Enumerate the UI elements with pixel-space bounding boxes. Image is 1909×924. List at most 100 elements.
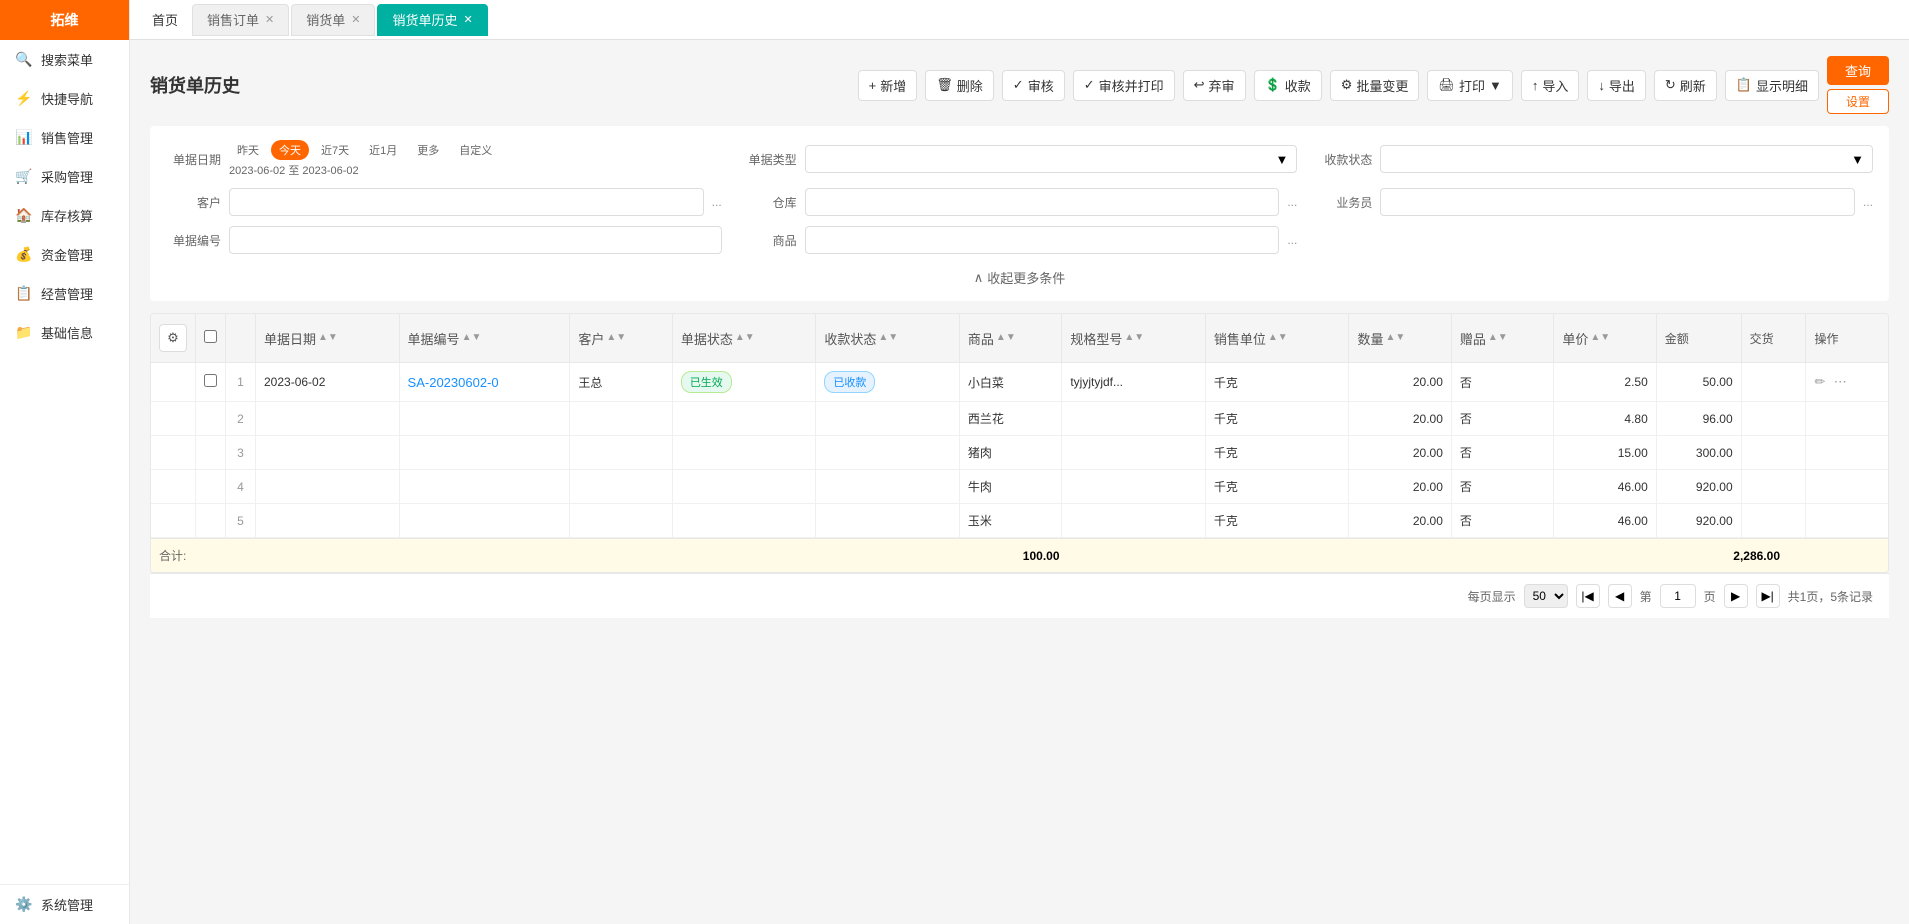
purchase-icon: 🛒 (15, 168, 33, 186)
goods-input[interactable] (805, 226, 1280, 254)
export-button[interactable]: ↓ 导出 (1587, 70, 1646, 101)
row-gift: 否 (1451, 402, 1553, 436)
select-all-checkbox[interactable] (204, 330, 217, 343)
sidebar-item-label: 搜索菜单 (41, 50, 93, 69)
doc-no-link[interactable]: SA-20230602-0 (408, 375, 499, 390)
audit-print-button[interactable]: ✓ 审核并打印 (1073, 70, 1175, 101)
agent-input[interactable] (1380, 188, 1855, 216)
delete-button[interactable]: 🗑 删除 (925, 70, 994, 101)
tab-sales-history[interactable]: 销货单历史 ✕ (377, 4, 487, 36)
sort-icon[interactable]: ▲▼ (878, 333, 898, 343)
sort-icon[interactable]: ▲▼ (1268, 333, 1288, 343)
new-button[interactable]: + 新增 (858, 70, 918, 101)
refresh-button[interactable]: ↻ 刷新 (1654, 70, 1717, 101)
audit-button[interactable]: ✓ 审核 (1002, 70, 1065, 101)
customer-picker-icon[interactable]: ... (712, 195, 722, 209)
row-payment-status (816, 436, 960, 470)
row-unit: 千克 (1205, 504, 1349, 538)
sort-icon[interactable]: ▲▼ (996, 333, 1016, 343)
gear-button[interactable]: ⚙ (159, 324, 187, 352)
agent-picker-icon[interactable]: ... (1863, 195, 1873, 209)
sort-icon[interactable]: ▲▼ (1590, 333, 1610, 343)
col-spec: 规格型号 ▲▼ (1062, 314, 1206, 363)
tab-bar: 首页 销售订单 ✕ 销货单 ✕ 销货单历史 ✕ (130, 0, 1909, 40)
collapse-button[interactable]: ∧ 收起更多条件 (974, 268, 1066, 287)
batch-change-button[interactable]: ⚙ 批量变更 (1330, 70, 1420, 101)
date-tag-7days[interactable]: 近7天 (313, 140, 357, 160)
sidebar-item-basic[interactable]: 📁 基础信息 (0, 313, 129, 352)
sales-icon: 📊 (15, 129, 33, 147)
row-doc-date: 2023-06-02 (256, 363, 400, 402)
sidebar-item-inventory[interactable]: 🏠 库存核算 (0, 196, 129, 235)
sort-icon[interactable]: ▲▼ (735, 333, 755, 343)
customer-input[interactable] (229, 188, 704, 216)
basic-info-icon: 📁 (15, 324, 33, 342)
page-number-input[interactable] (1660, 584, 1696, 608)
row-customer (570, 470, 672, 504)
discard-button[interactable]: ↩ 弃审 (1183, 70, 1246, 101)
first-page-button[interactable]: |◀ (1576, 584, 1600, 608)
date-tag-yesterday[interactable]: 昨天 (229, 140, 267, 160)
sort-icon[interactable]: ▲▼ (462, 333, 482, 343)
chevron-down-icon: ▼ (1275, 152, 1288, 167)
tab-close-icon[interactable]: ✕ (464, 13, 473, 26)
audit-print-icon: ✓ (1084, 77, 1095, 93)
prev-page-button[interactable]: ◀ (1608, 584, 1632, 608)
goods-picker-icon[interactable]: ... (1287, 233, 1297, 247)
doc-no-input[interactable] (229, 226, 722, 254)
row-goods: 猪肉 (959, 436, 1061, 470)
more-icon[interactable]: ⋯ (1834, 374, 1850, 390)
row-checkbox[interactable] (204, 374, 217, 387)
query-button[interactable]: 查询 (1827, 56, 1889, 85)
sort-icon[interactable]: ▲▼ (1385, 333, 1405, 343)
table-footer: 合计: 100.00 2,286.00 (151, 538, 1888, 572)
sidebar-item-system[interactable]: ⚙️ 系统管理 (0, 885, 129, 924)
collapse-row: ∧ 收起更多条件 (166, 264, 1873, 287)
settings-button[interactable]: 设置 (1827, 89, 1889, 114)
sort-icon[interactable]: ▲▼ (318, 333, 338, 343)
warehouse-input[interactable] (805, 188, 1280, 216)
row-gift: 否 (1451, 470, 1553, 504)
tab-sales-order[interactable]: 销售订单 ✕ (192, 4, 289, 36)
page-label-pre: 第 (1640, 588, 1652, 605)
tab-sales-delivery[interactable]: 销货单 ✕ (291, 4, 375, 36)
sort-icon[interactable]: ▲▼ (1488, 333, 1508, 343)
filter-doc-no: 单据编号 (166, 226, 722, 254)
filter-payment-status: 收款状态 ▼ (1317, 145, 1873, 173)
date-label: 单据日期 (166, 151, 221, 168)
sidebar-item-sales[interactable]: 📊 销售管理 (0, 118, 129, 157)
row-customer (570, 504, 672, 538)
tab-home[interactable]: 首页 (140, 4, 190, 36)
print-button[interactable]: 🖨 打印 ▼ (1427, 70, 1512, 101)
sidebar-item-quicknav[interactable]: ⚡ 快捷导航 (0, 79, 129, 118)
import-button[interactable]: ↑ 导入 (1521, 70, 1580, 101)
per-page-select[interactable]: 50 (1524, 584, 1568, 608)
date-tag-1month[interactable]: 近1月 (361, 140, 405, 160)
date-tag-today[interactable]: 今天 (271, 140, 309, 160)
total-amount: 2,286.00 (1660, 549, 1780, 563)
next-page-button[interactable]: ▶ (1724, 584, 1748, 608)
row-spec (1062, 402, 1206, 436)
edit-icon[interactable]: ✏ (1814, 374, 1830, 390)
date-tag-custom[interactable]: 自定义 (451, 140, 500, 160)
sidebar-item-operations[interactable]: 📋 经营管理 (0, 274, 129, 313)
sidebar-item-search[interactable]: 🔍 搜索菜单 (0, 40, 129, 79)
last-page-button[interactable]: ▶| (1756, 584, 1780, 608)
chevron-up-icon: ∧ (974, 270, 984, 286)
tab-close-icon[interactable]: ✕ (265, 13, 274, 26)
doc-status-badge: 已生效 (681, 371, 732, 393)
row-doc-status (672, 436, 816, 470)
sort-icon[interactable]: ▲▼ (606, 333, 626, 343)
row-doc-no (399, 402, 570, 436)
sort-icon[interactable]: ▲▼ (1124, 333, 1144, 343)
tab-close-icon[interactable]: ✕ (351, 13, 360, 26)
row-qty: 20.00 (1349, 504, 1451, 538)
payment-status-select[interactable]: ▼ (1380, 145, 1873, 173)
doc-type-select[interactable]: ▼ (805, 145, 1298, 173)
warehouse-picker-icon[interactable]: ... (1287, 195, 1297, 209)
date-tag-more[interactable]: 更多 (409, 140, 447, 160)
sidebar-item-purchase[interactable]: 🛒 采购管理 (0, 157, 129, 196)
show-detail-button[interactable]: 📋 显示明细 (1725, 70, 1819, 101)
collect-button[interactable]: 💲 收款 (1254, 70, 1322, 101)
sidebar-item-finance[interactable]: 💰 资金管理 (0, 235, 129, 274)
